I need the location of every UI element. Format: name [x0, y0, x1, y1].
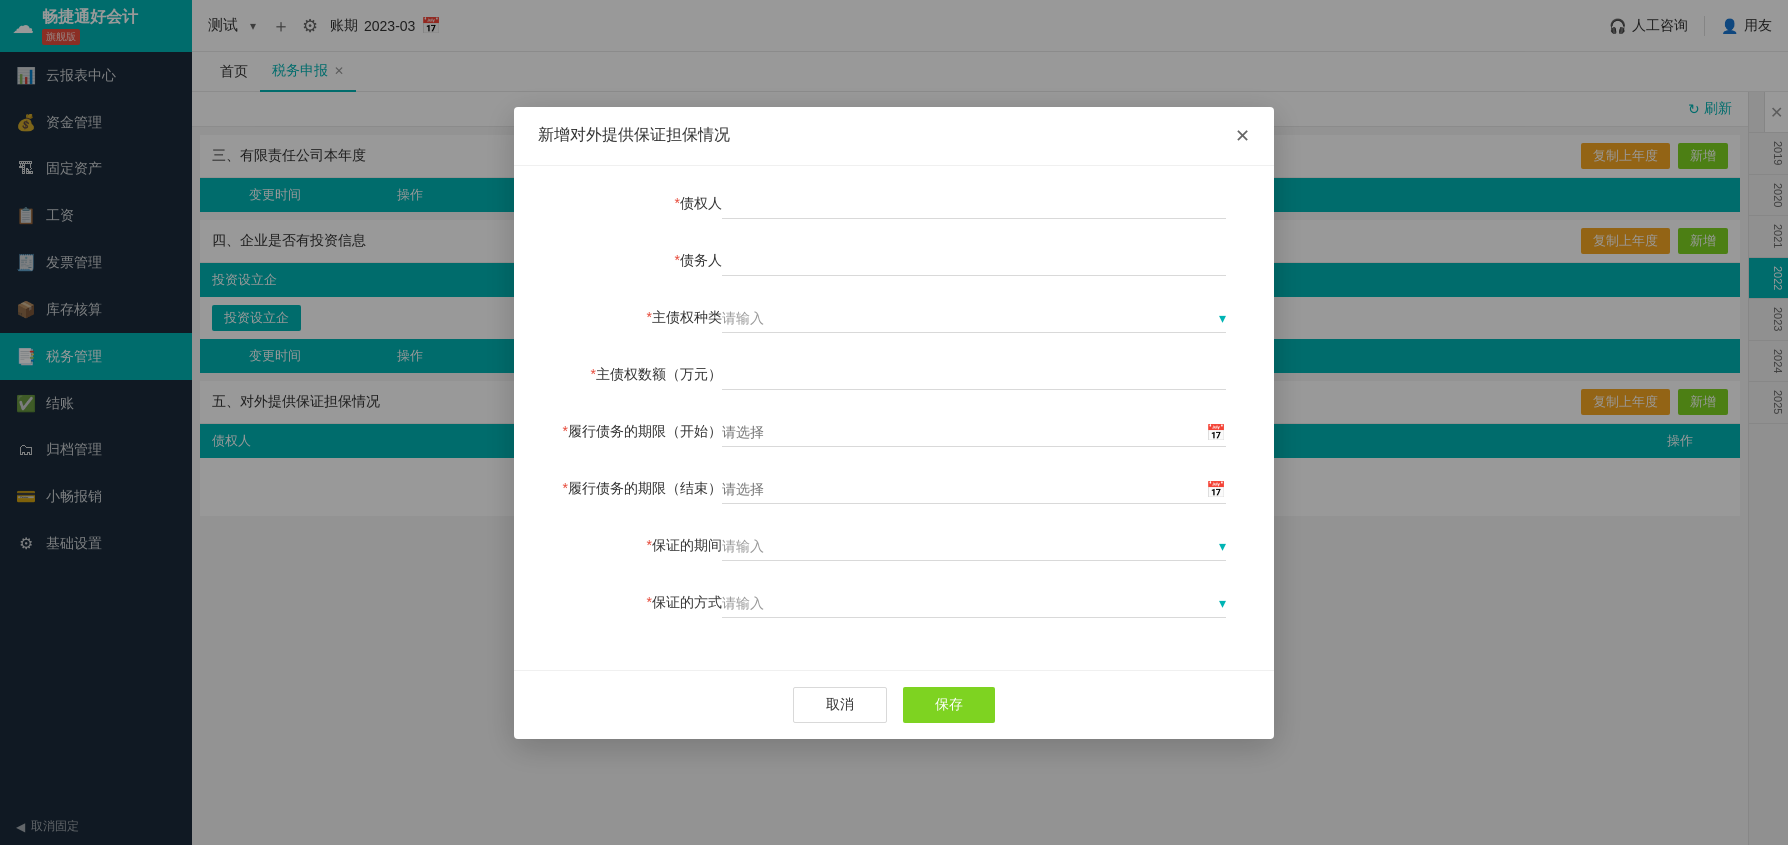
claim-amount-field	[722, 361, 1226, 390]
calendar-end-icon[interactable]: 📅	[1206, 480, 1226, 499]
period-end-input[interactable]	[722, 475, 1226, 504]
cancel-button[interactable]: 取消	[793, 687, 887, 723]
add-guarantee-modal: 新增对外提供保证担保情况 ✕ *债权人 *债务人	[514, 107, 1274, 739]
claim-type-select[interactable]: 请输入	[722, 304, 1226, 333]
period-start-field: 📅	[722, 418, 1226, 447]
debtor-label: *债务人	[562, 252, 722, 270]
modal-body: *债权人 *债务人 *主债权种类	[514, 166, 1274, 670]
modal-overlay: 新增对外提供保证担保情况 ✕ *债权人 *债务人	[0, 0, 1788, 845]
form-row-claim-type: *主债权种类 请输入 ▾	[562, 304, 1226, 333]
claim-amount-input[interactable]	[722, 361, 1226, 390]
form-row-guarantee-method: *保证的方式 请输入 ▾	[562, 589, 1226, 618]
guarantee-method-field: 请输入 ▾	[722, 589, 1226, 618]
form-row-creditor: *债权人	[562, 190, 1226, 219]
claim-type-field: 请输入 ▾	[722, 304, 1226, 333]
creditor-field	[722, 190, 1226, 219]
claim-type-select-wrap: 请输入 ▾	[722, 304, 1226, 333]
modal-footer: 取消 保存	[514, 670, 1274, 739]
guarantee-period-field: 请输入 ▾	[722, 532, 1226, 561]
guarantee-method-select-wrap: 请输入 ▾	[722, 589, 1226, 618]
modal-header: 新增对外提供保证担保情况 ✕	[514, 107, 1274, 166]
form-row-period-start: *履行债务的期限（开始） 📅	[562, 418, 1226, 447]
period-start-date-wrap: 📅	[722, 418, 1226, 447]
form-row-guarantee-period: *保证的期间 请输入 ▾	[562, 532, 1226, 561]
creditor-input[interactable]	[722, 190, 1226, 219]
modal-close-button[interactable]: ✕	[1235, 125, 1250, 147]
form-row-period-end: *履行债务的期限（结束） 📅	[562, 475, 1226, 504]
period-end-date-wrap: 📅	[722, 475, 1226, 504]
period-start-input[interactable]	[722, 418, 1226, 447]
form-row-debtor: *债务人	[562, 247, 1226, 276]
guarantee-period-label: *保证的期间	[562, 537, 722, 555]
creditor-label: *债权人	[562, 195, 722, 213]
period-end-label: *履行债务的期限（结束）	[562, 480, 722, 498]
claim-amount-label: *主债权数额（万元）	[562, 366, 722, 384]
period-start-label: *履行债务的期限（开始）	[562, 423, 722, 441]
save-button[interactable]: 保存	[903, 687, 995, 723]
form-row-claim-amount: *主债权数额（万元）	[562, 361, 1226, 390]
guarantee-period-select[interactable]: 请输入	[722, 532, 1226, 561]
modal-title: 新增对外提供保证担保情况	[538, 125, 730, 146]
calendar-start-icon[interactable]: 📅	[1206, 423, 1226, 442]
claim-type-label: *主债权种类	[562, 309, 722, 327]
guarantee-period-select-wrap: 请输入 ▾	[722, 532, 1226, 561]
period-end-field: 📅	[722, 475, 1226, 504]
guarantee-method-select[interactable]: 请输入	[722, 589, 1226, 618]
debtor-field	[722, 247, 1226, 276]
debtor-input[interactable]	[722, 247, 1226, 276]
guarantee-method-label: *保证的方式	[562, 594, 722, 612]
